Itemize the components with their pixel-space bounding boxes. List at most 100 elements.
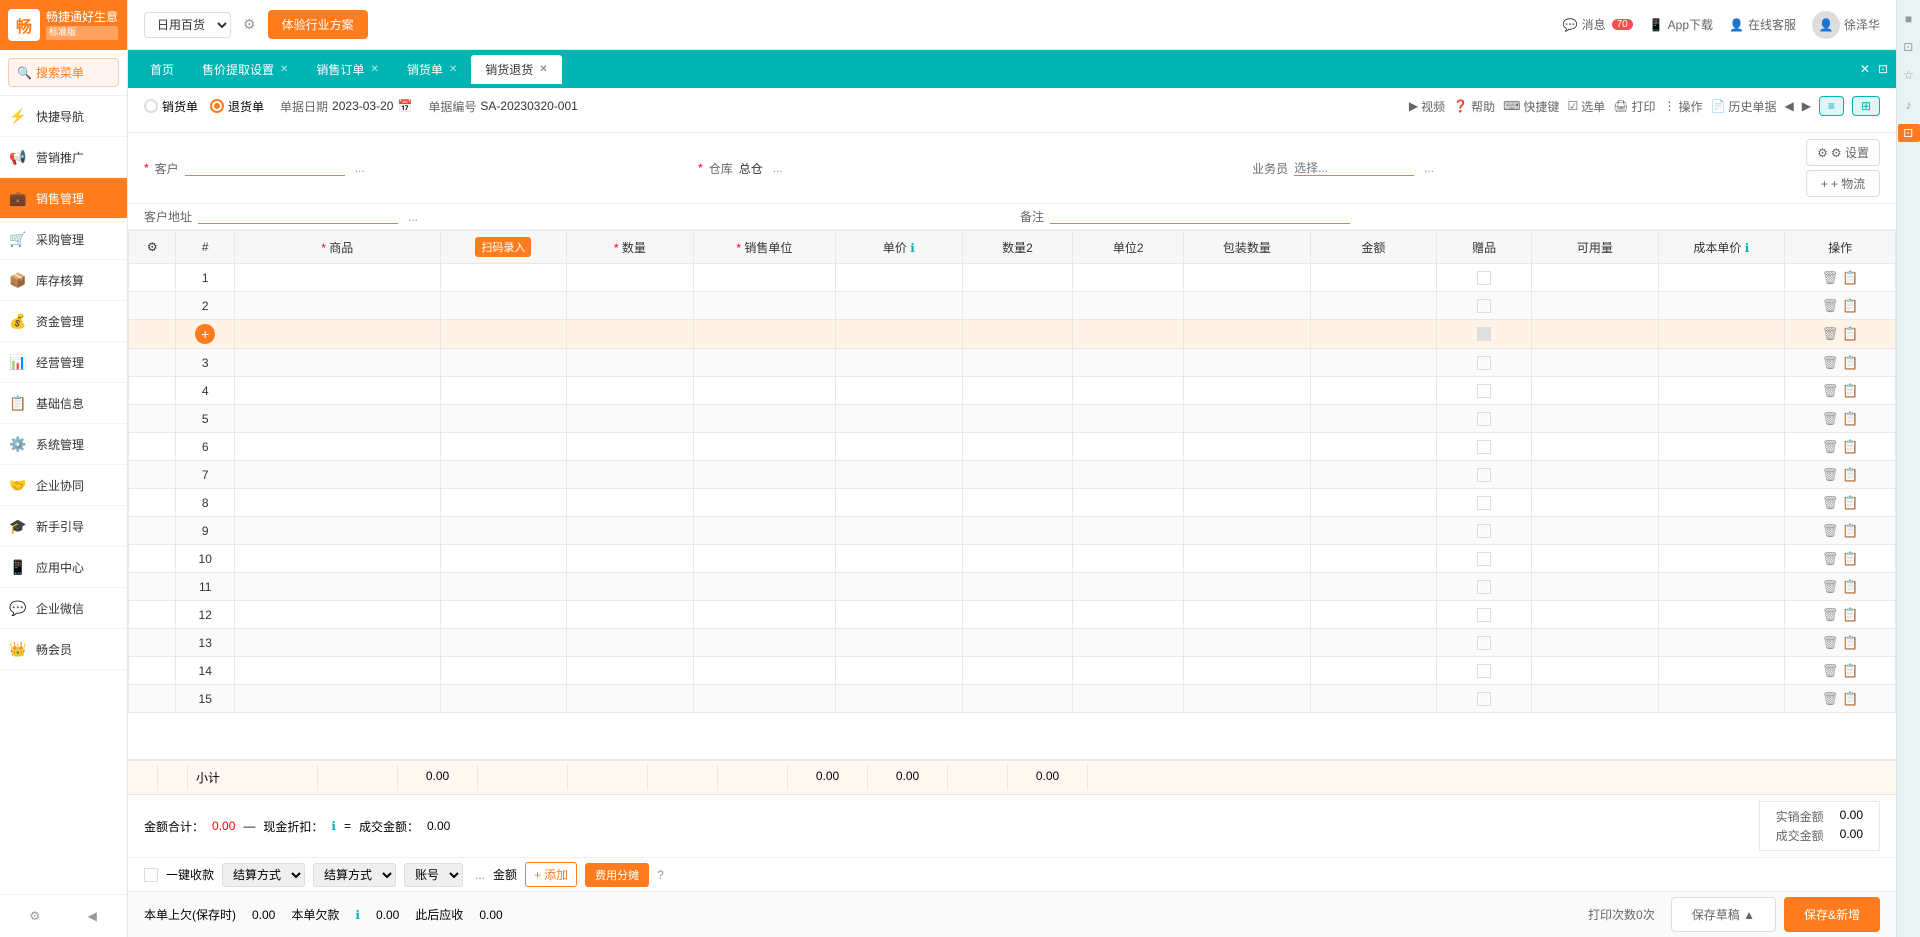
gift-cell-3[interactable]	[1437, 349, 1532, 377]
unit2-cell-5[interactable]	[1073, 405, 1184, 433]
owe-info-icon[interactable]: ℹ	[355, 908, 360, 922]
copy-row-icon-9[interactable]: 📋	[1842, 523, 1858, 539]
delete-row-icon-14[interactable]: 🗑	[1822, 663, 1839, 679]
calc-method-select[interactable]: 结算方式	[313, 863, 396, 887]
unit2-cell-2[interactable]	[1073, 292, 1184, 320]
unit-price-cell-5[interactable]	[836, 405, 963, 433]
pack-qty-cell-13[interactable]	[1184, 629, 1311, 657]
qty2-cell-12[interactable]	[962, 601, 1073, 629]
copy-row-icon-7[interactable]: 📋	[1842, 467, 1858, 483]
sales-unit-cell-15[interactable]	[693, 685, 835, 713]
pack-qty-cell-1[interactable]	[1184, 264, 1311, 292]
sidebar-item-quick-nav[interactable]: ⚡ 快捷导航	[0, 96, 127, 137]
gift-checkbox-8[interactable]	[1477, 496, 1491, 510]
unit-price-cell-9[interactable]	[836, 517, 963, 545]
sales-unit-cell-11[interactable]	[693, 573, 835, 601]
qty2-cell-8[interactable]	[962, 489, 1073, 517]
shortcut-button[interactable]: ⌨ 快捷键	[1503, 98, 1559, 115]
unit-price-cell-13[interactable]	[836, 629, 963, 657]
pack-qty-cell-11[interactable]	[1184, 573, 1311, 601]
gift-cell-9[interactable]	[1437, 517, 1532, 545]
gift-cell-8[interactable]	[1437, 489, 1532, 517]
unit2-cell-9[interactable]	[1073, 517, 1184, 545]
unit-price-cell-11[interactable]	[836, 573, 963, 601]
amount-cell-6[interactable]	[1310, 433, 1437, 461]
delete-row-icon-11[interactable]: 🗑	[1822, 579, 1839, 595]
gift-checkbox-7[interactable]	[1477, 468, 1491, 482]
sidebar-item-inventory[interactable]: 📦 库存核算	[0, 260, 127, 301]
unit-price-cell-12[interactable]	[836, 601, 963, 629]
sidebar-item-marketing[interactable]: 📢 营销推广	[0, 137, 127, 178]
tab-sales-return[interactable]: 销货退货 ✕	[471, 55, 561, 84]
copy-row-icon-2[interactable]: 📋	[1842, 298, 1858, 314]
delete-row-icon-2[interactable]: 🗑	[1822, 298, 1839, 314]
cost-price-info-icon[interactable]: ℹ	[1745, 241, 1750, 255]
pack-qty-cell-15[interactable]	[1184, 685, 1311, 713]
unit2-cell-6[interactable]	[1073, 433, 1184, 461]
qty2-cell-7[interactable]	[962, 461, 1073, 489]
gift-checkbox-14[interactable]	[1477, 664, 1491, 678]
sidebar-item-operations[interactable]: 📊 经营管理	[0, 342, 127, 383]
qty2-cell-10[interactable]	[962, 545, 1073, 573]
copy-row-icon-11[interactable]: 📋	[1842, 579, 1858, 595]
qty2-cell-9[interactable]	[962, 517, 1073, 545]
save-draft-button[interactable]: 保存草稿 ▲	[1671, 897, 1776, 932]
add-delete-icon[interactable]: 🗑	[1822, 326, 1839, 342]
product-cell-12[interactable]	[234, 601, 440, 629]
product-cell-7[interactable]	[234, 461, 440, 489]
product-cell-5[interactable]	[234, 405, 440, 433]
amount-cell-1[interactable]	[1310, 264, 1437, 292]
sales-unit-cell-3[interactable]	[693, 349, 835, 377]
qty2-cell-1[interactable]	[962, 264, 1073, 292]
amount-cell-5[interactable]	[1310, 405, 1437, 433]
quantity-cell-7[interactable]	[567, 461, 694, 489]
select-bill-button[interactable]: ☑ 选单	[1567, 98, 1605, 115]
add-unit-cell[interactable]	[693, 320, 835, 349]
gift-cell-10[interactable]	[1437, 545, 1532, 573]
copy-row-icon-10[interactable]: 📋	[1842, 551, 1858, 567]
list-view-button[interactable]: ≡	[1819, 96, 1844, 116]
unit-price-info-icon[interactable]: ℹ	[910, 241, 915, 255]
industry-select[interactable]: 日用百货	[144, 12, 231, 38]
copy-row-icon-6[interactable]: 📋	[1842, 439, 1858, 455]
pack-qty-cell-9[interactable]	[1184, 517, 1311, 545]
calendar-icon[interactable]: 📅	[397, 99, 412, 113]
pack-qty-cell-12[interactable]	[1184, 601, 1311, 629]
amount-cell-8[interactable]	[1310, 489, 1437, 517]
pack-qty-cell-8[interactable]	[1184, 489, 1311, 517]
add-amount-cell[interactable]	[1310, 320, 1437, 349]
sales-unit-cell-13[interactable]	[693, 629, 835, 657]
delete-row-icon-12[interactable]: 🗑	[1822, 607, 1839, 623]
pack-qty-cell-7[interactable]	[1184, 461, 1311, 489]
amount-cell-12[interactable]	[1310, 601, 1437, 629]
unit2-cell-4[interactable]	[1073, 377, 1184, 405]
amount-cell-14[interactable]	[1310, 657, 1437, 685]
unit2-cell-14[interactable]	[1073, 657, 1184, 685]
delete-row-icon-10[interactable]: 🗑	[1822, 551, 1839, 567]
quantity-cell-5[interactable]	[567, 405, 694, 433]
product-cell-14[interactable]	[234, 657, 440, 685]
tab-close-icon[interactable]: ✕	[449, 64, 457, 75]
sidebar-collapse-button[interactable]: ◀	[66, 903, 120, 929]
next-record-button[interactable]: ▶	[1802, 99, 1811, 113]
qty2-cell-6[interactable]	[962, 433, 1073, 461]
history-bills-button[interactable]: 📄 历史单据	[1710, 98, 1776, 115]
add-packqty-cell[interactable]	[1184, 320, 1311, 349]
gift-checkbox-12[interactable]	[1477, 608, 1491, 622]
sales-unit-cell-10[interactable]	[693, 545, 835, 573]
product-cell-1[interactable]	[234, 264, 440, 292]
delete-row-icon-8[interactable]: 🗑	[1822, 495, 1839, 511]
qty2-cell-3[interactable]	[962, 349, 1073, 377]
quantity-cell-1[interactable]	[567, 264, 694, 292]
close-all-tabs-button[interactable]: ✕	[1860, 62, 1870, 76]
copy-row-icon-4[interactable]: 📋	[1842, 383, 1858, 399]
right-bar-icon-5[interactable]: ⊡	[1898, 124, 1920, 142]
settings-button[interactable]: ⚙ ⚙ 设置	[1806, 139, 1880, 166]
qty2-cell-11[interactable]	[962, 573, 1073, 601]
sidebar-item-newbie[interactable]: 🎓 新手引导	[0, 506, 127, 547]
gift-checkbox-10[interactable]	[1477, 552, 1491, 566]
tab-close-icon[interactable]: ✕	[539, 64, 547, 75]
delete-row-icon-3[interactable]: 🗑	[1822, 355, 1839, 371]
tab-close-icon[interactable]: ✕	[370, 64, 378, 75]
unit2-cell-11[interactable]	[1073, 573, 1184, 601]
